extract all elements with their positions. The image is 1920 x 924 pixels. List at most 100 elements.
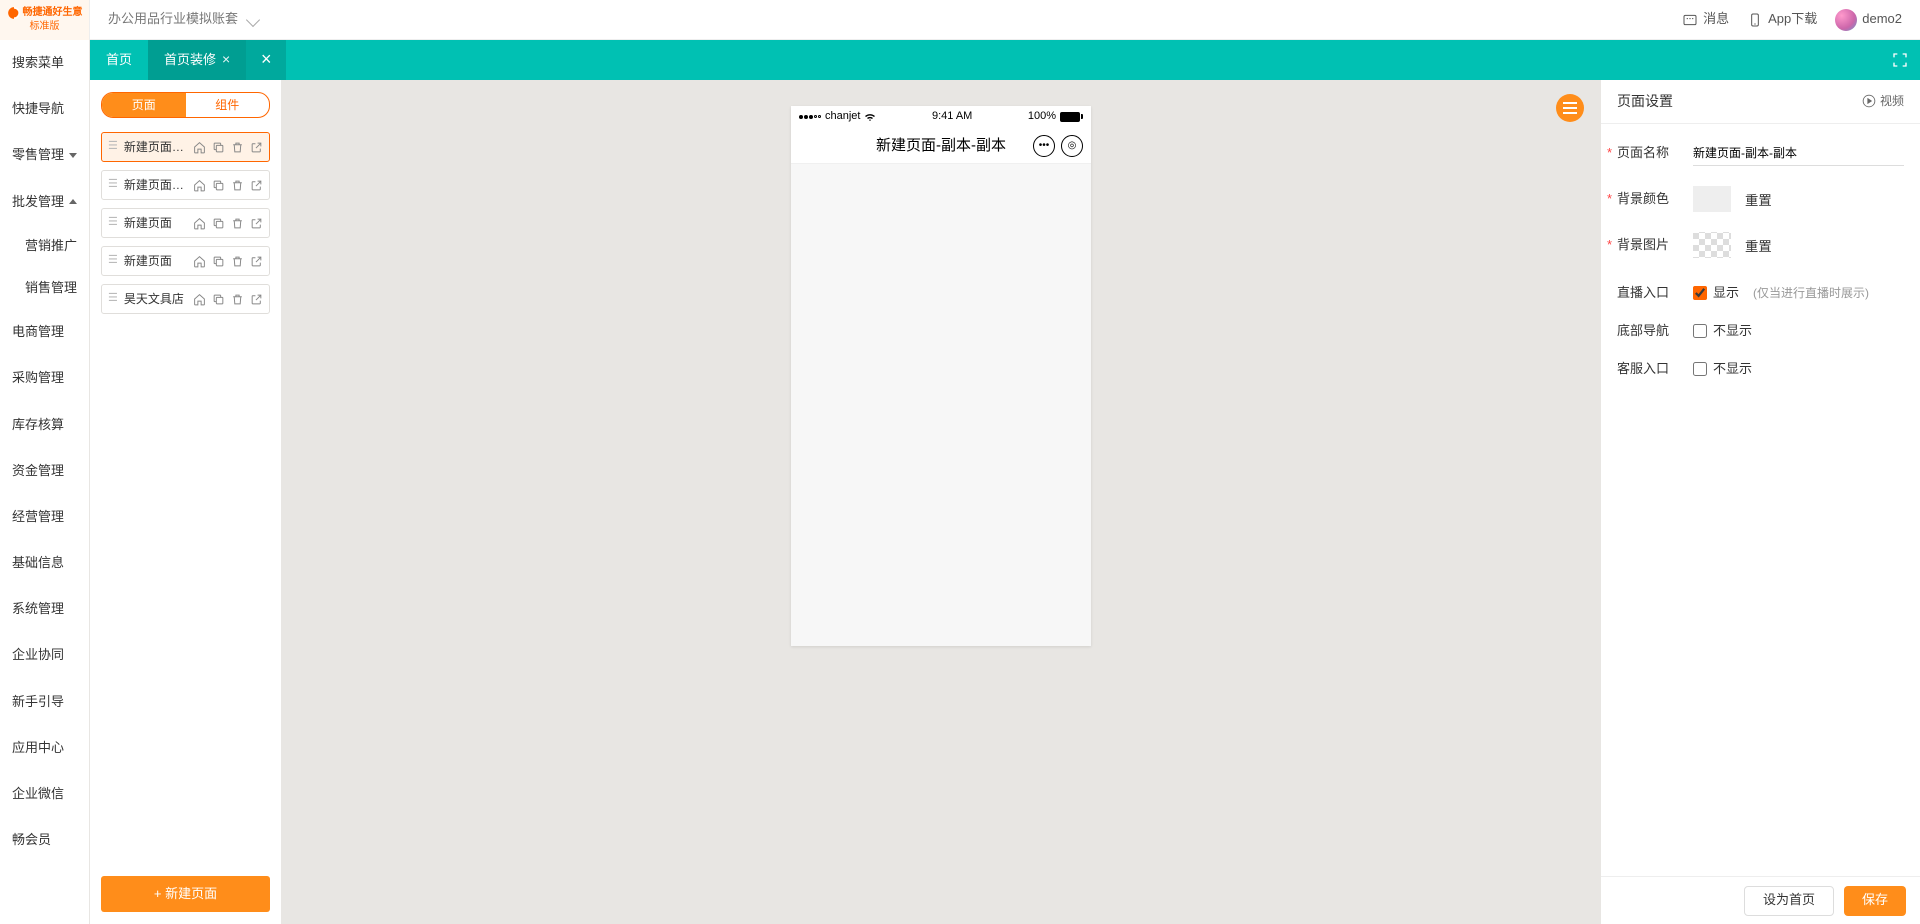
sidenav-item[interactable]: 库存核算	[0, 402, 89, 448]
page-list-tabs: 页面 组件	[101, 92, 270, 118]
side-nav: 搜索菜单快捷导航零售管理批发管理营销推广销售管理电商管理采购管理库存核算资金管理…	[0, 40, 90, 924]
sidenav-item[interactable]: 畅会员	[0, 817, 89, 863]
close-icon[interactable]: ×	[222, 50, 230, 70]
new-page-button[interactable]: + 新建页面	[101, 876, 270, 912]
home-icon[interactable]	[193, 179, 206, 192]
reset-bg-color-button[interactable]: 重置	[1745, 190, 1772, 209]
drag-icon[interactable]: ☰	[108, 215, 118, 230]
panel-toggle-button[interactable]	[1556, 94, 1584, 122]
delete-icon[interactable]	[231, 141, 244, 154]
copy-icon[interactable]	[212, 293, 225, 306]
caret-down-icon	[69, 153, 77, 158]
home-icon[interactable]	[193, 293, 206, 306]
page-row-name: 新建页面-副本	[124, 177, 187, 194]
brand-logo: 畅捷通好生意 标准版	[0, 0, 90, 40]
sidenav-sub-item[interactable]: 销售管理	[0, 267, 89, 309]
sidenav-item[interactable]: 搜索菜单	[0, 40, 89, 86]
page-row[interactable]: ☰ 新建页面-副本...	[101, 132, 270, 162]
page-row[interactable]: ☰ 新建页面-副本	[101, 170, 270, 200]
delete-icon[interactable]	[231, 217, 244, 230]
sidenav-item[interactable]: 企业协同	[0, 632, 89, 678]
share-icon[interactable]	[250, 217, 263, 230]
top-bar: 畅捷通好生意 标准版 办公用品行业模拟账套 消息 App下载 demo2	[0, 0, 1920, 40]
messages-button[interactable]: 消息	[1682, 10, 1729, 28]
tab-pages[interactable]: 页面	[102, 93, 186, 117]
live-entry-label: 直播入口	[1617, 284, 1679, 302]
sidenav-item[interactable]: 经营管理	[0, 494, 89, 540]
delete-icon[interactable]	[231, 293, 244, 306]
sidenav-item[interactable]: 零售管理	[0, 132, 89, 178]
save-button[interactable]: 保存	[1844, 886, 1906, 916]
sidenav-item[interactable]: 基础信息	[0, 540, 89, 586]
page-row[interactable]: ☰ 昊天文具店	[101, 284, 270, 314]
tab-components[interactable]: 组件	[186, 93, 270, 117]
sidenav-sub-item[interactable]: 营销推广	[0, 225, 89, 267]
sidenav-item[interactable]: 新手引导	[0, 679, 89, 725]
bg-img-swatch[interactable]	[1693, 232, 1731, 258]
share-icon[interactable]	[250, 179, 263, 192]
page-list-panel: 页面 组件 ☰新建页面-副本...☰新建页面-副本☰新建页面☰新建页面☰昊天文具…	[90, 80, 282, 924]
video-help-button[interactable]: 视频	[1862, 93, 1904, 110]
drag-icon[interactable]: ☰	[108, 139, 118, 154]
sidenav-item[interactable]: 资金管理	[0, 448, 89, 494]
tab-bar: 首页 首页装修× ×	[90, 40, 1920, 80]
sidenav-item[interactable]: 系统管理	[0, 586, 89, 632]
close-all-icon[interactable]: ×	[246, 40, 286, 80]
sidenav-item[interactable]: 快捷导航	[0, 86, 89, 132]
bg-img-label: 背景图片	[1617, 236, 1679, 254]
sidenav-item[interactable]: 应用中心	[0, 725, 89, 771]
page-name-input[interactable]	[1693, 140, 1904, 166]
live-show-checkbox[interactable]: 显示	[1693, 284, 1739, 302]
set-home-button[interactable]: 设为首页	[1744, 886, 1834, 916]
drag-icon[interactable]: ☰	[108, 253, 118, 268]
sidenav-item[interactable]: 批发管理	[0, 179, 89, 225]
more-icon: •••	[1033, 135, 1055, 157]
copy-icon[interactable]	[212, 141, 225, 154]
copy-icon[interactable]	[212, 255, 225, 268]
phone-page-title: 新建页面-副本-副本	[876, 135, 1006, 156]
bg-color-label: 背景颜色	[1617, 190, 1679, 208]
chevron-down-icon	[246, 12, 260, 26]
caret-up-icon	[69, 199, 77, 204]
account-selector[interactable]: 办公用品行业模拟账套	[108, 10, 258, 28]
wifi-icon	[864, 111, 876, 123]
settings-title: 页面设置	[1617, 92, 1673, 112]
page-row[interactable]: ☰新建页面	[101, 246, 270, 276]
avatar	[1835, 9, 1857, 31]
bottom-nav-label: 底部导航	[1617, 322, 1679, 340]
bg-color-swatch[interactable]	[1693, 186, 1731, 212]
sidenav-item[interactable]: 企业微信	[0, 771, 89, 817]
tab-home[interactable]: 首页	[90, 40, 148, 80]
app-download-button[interactable]: App下载	[1747, 10, 1817, 28]
copy-icon[interactable]	[212, 217, 225, 230]
user-menu[interactable]: demo2	[1835, 9, 1902, 31]
tab-decorate[interactable]: 首页装修×	[148, 40, 246, 80]
canvas: chanjet 9:41 AM 100% 新建页面-副本-副本 •••◎	[282, 80, 1600, 924]
sidenav-item[interactable]: 采购管理	[0, 355, 89, 401]
share-icon[interactable]	[250, 141, 263, 154]
home-icon[interactable]	[193, 255, 206, 268]
delete-icon[interactable]	[231, 255, 244, 268]
phone-preview: chanjet 9:41 AM 100% 新建页面-副本-副本 •••◎	[791, 106, 1091, 646]
delete-icon[interactable]	[231, 179, 244, 192]
home-icon[interactable]	[193, 141, 206, 154]
settings-panel: 页面设置 视频 页面名称 背景颜色重置 背景图片重置 直播入口显示(仅当进行直播…	[1600, 80, 1920, 924]
page-name-label: 页面名称	[1617, 144, 1679, 162]
page-row-name: 新建页面-副本...	[124, 139, 187, 156]
drag-icon[interactable]: ☰	[108, 177, 118, 192]
target-icon: ◎	[1061, 135, 1083, 157]
page-row[interactable]: ☰新建页面	[101, 208, 270, 238]
bottom-nav-noshow-checkbox[interactable]: 不显示	[1693, 322, 1752, 340]
share-icon[interactable]	[250, 293, 263, 306]
sidenav-item[interactable]: 电商管理	[0, 309, 89, 355]
copy-icon[interactable]	[212, 179, 225, 192]
page-row-name: 昊天文具店	[124, 291, 187, 308]
service-noshow-checkbox[interactable]: 不显示	[1693, 360, 1752, 378]
share-icon[interactable]	[250, 255, 263, 268]
service-entry-label: 客服入口	[1617, 360, 1679, 378]
home-icon[interactable]	[193, 217, 206, 230]
fullscreen-icon[interactable]	[1880, 40, 1920, 80]
drag-icon[interactable]: ☰	[108, 291, 118, 306]
phone-time: 9:41 AM	[932, 109, 972, 124]
reset-bg-img-button[interactable]: 重置	[1745, 236, 1772, 255]
